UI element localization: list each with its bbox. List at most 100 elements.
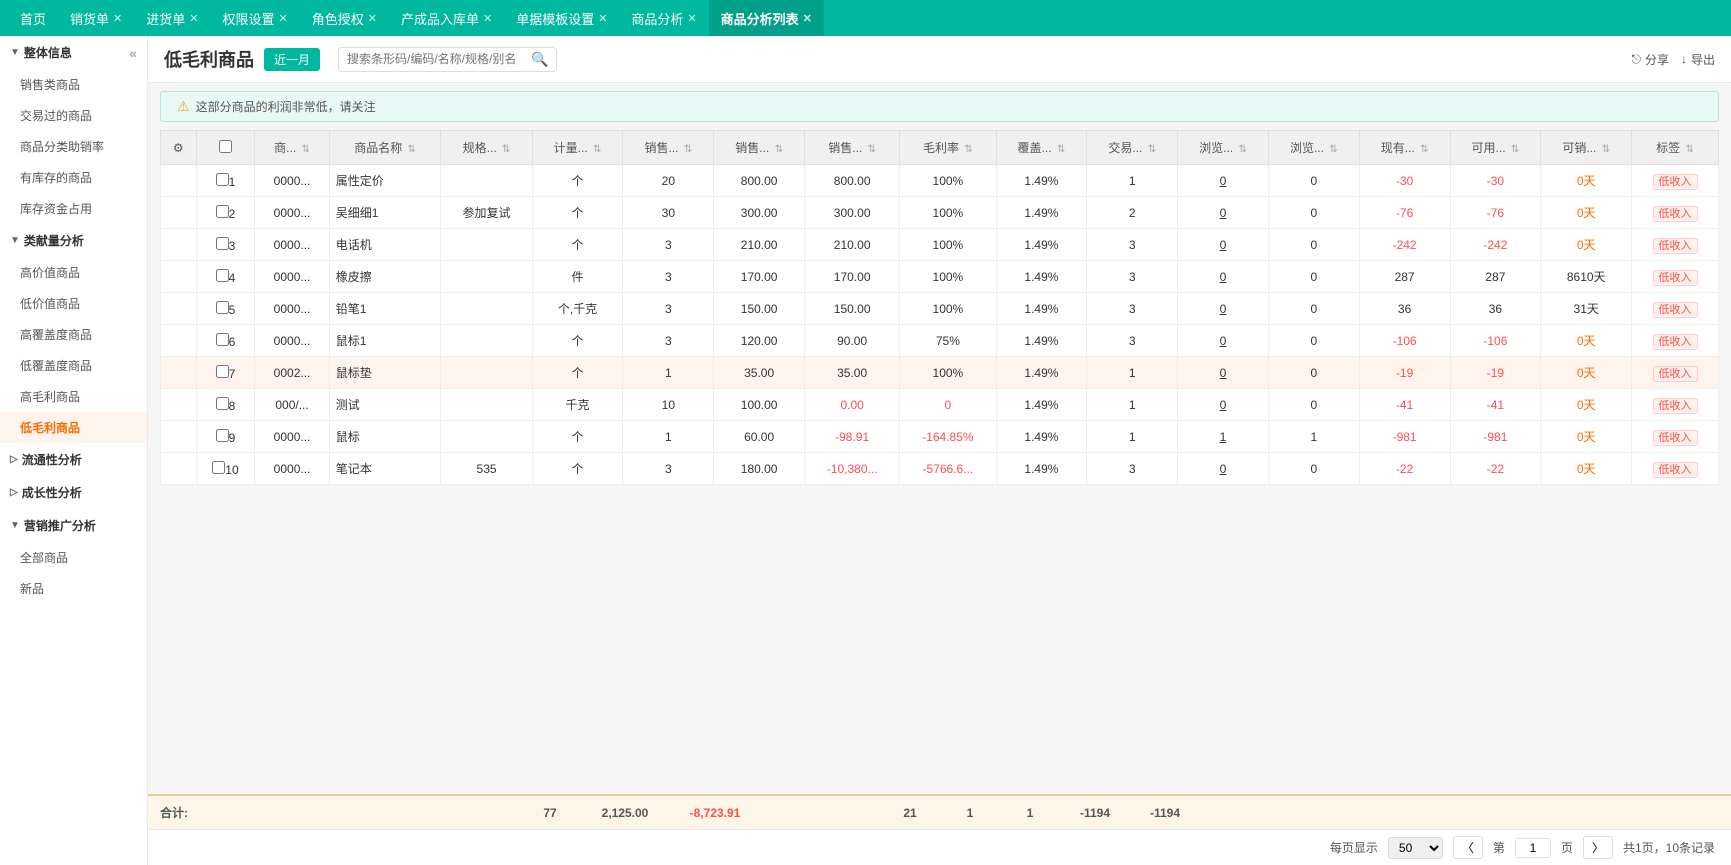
sidebar-item-inventory-capital[interactable]: 库存资金占用 xyxy=(0,193,147,224)
row-actions[interactable] xyxy=(161,229,197,261)
collapse-icon[interactable]: « xyxy=(129,45,137,61)
export-button[interactable]: ↓ 导出 xyxy=(1681,51,1715,68)
row-checkbox[interactable] xyxy=(216,301,229,314)
sidebar-item-high-margin[interactable]: 高毛利商品 xyxy=(0,381,147,412)
nav-product-entry[interactable]: 产成品入库单 ✕ xyxy=(389,0,504,36)
sidebar-item-low-margin[interactable]: 低毛利商品 xyxy=(0,412,147,443)
col-sales-profit[interactable]: 销售... ⇅ xyxy=(805,131,900,165)
row-browse1[interactable]: 0 xyxy=(1178,229,1269,261)
nav-close-role-auth[interactable]: ✕ xyxy=(368,12,377,25)
nav-sales-order[interactable]: 销货单 ✕ xyxy=(58,0,134,36)
row-actions[interactable] xyxy=(161,325,197,357)
col-unit[interactable]: 计量... ⇅ xyxy=(532,131,623,165)
col-available[interactable]: 可用... ⇅ xyxy=(1450,131,1541,165)
col-browse1[interactable]: 浏览... ⇅ xyxy=(1178,131,1269,165)
row-checkbox[interactable] xyxy=(216,333,229,346)
col-coverage[interactable]: 覆盖... ⇅ xyxy=(996,131,1087,165)
sidebar-group-value-analysis[interactable]: ▼ 类献量分析 xyxy=(0,224,147,257)
sidebar-item-sales-products[interactable]: 销售类商品 xyxy=(0,69,147,100)
share-button[interactable]: ⎋ 分享 xyxy=(1631,51,1669,68)
sidebar-item-all-products[interactable]: 全部商品 xyxy=(0,542,147,573)
row-checkbox[interactable] xyxy=(216,365,229,378)
row-trade: 3 xyxy=(1087,293,1178,325)
next-page-button[interactable]: 〉 xyxy=(1583,836,1613,859)
sidebar-group-circulation[interactable]: ▷ 流通性分析 xyxy=(0,443,147,476)
col-sales-price[interactable]: 销售... ⇅ xyxy=(714,131,805,165)
row-checkbox[interactable] xyxy=(216,173,229,186)
nav-home[interactable]: 首页 xyxy=(8,0,58,36)
nav-product-analysis[interactable]: 商品分析 ✕ xyxy=(619,0,708,36)
nav-close-product-analysis[interactable]: ✕ xyxy=(687,12,696,25)
row-browse1[interactable]: 0 xyxy=(1178,325,1269,357)
row-actions[interactable] xyxy=(161,197,197,229)
nav-product-analysis-list[interactable]: 商品分析列表 ✕ xyxy=(709,0,824,36)
col-browse2[interactable]: 浏览... ⇅ xyxy=(1268,131,1359,165)
col-gross-margin[interactable]: 毛利率 ⇅ xyxy=(900,131,996,165)
row-browse1[interactable]: 0 xyxy=(1178,357,1269,389)
row-browse2: 0 xyxy=(1268,261,1359,293)
row-actions[interactable] xyxy=(161,293,197,325)
row-actions[interactable] xyxy=(161,389,197,421)
footer-current-stock: -1194 xyxy=(1060,806,1130,820)
row-browse1[interactable]: 0 xyxy=(1178,165,1269,197)
sidebar-item-low-coverage[interactable]: 低覆盖度商品 xyxy=(0,350,147,381)
nav-purchase-order[interactable]: 进货单 ✕ xyxy=(134,0,210,36)
row-actions[interactable] xyxy=(161,261,197,293)
row-checkbox[interactable] xyxy=(216,397,229,410)
row-browse1[interactable]: 1 xyxy=(1178,421,1269,453)
nav-close-sales-order[interactable]: ✕ xyxy=(113,12,122,25)
nav-close-product-entry[interactable]: ✕ xyxy=(483,12,492,25)
nav-template-settings[interactable]: 单据模板设置 ✕ xyxy=(504,0,619,36)
select-all-checkbox[interactable] xyxy=(219,140,232,153)
row-no: 5 xyxy=(196,293,255,325)
sidebar-item-high-value[interactable]: 高价值商品 xyxy=(0,257,147,288)
page-size-select[interactable]: 50 100 xyxy=(1388,837,1443,859)
search-icon[interactable]: 🔍 xyxy=(531,51,548,68)
row-checkbox[interactable] xyxy=(216,429,229,442)
row-browse1[interactable]: 0 xyxy=(1178,293,1269,325)
row-browse1[interactable]: 0 xyxy=(1178,197,1269,229)
date-filter-button[interactable]: 近一月 xyxy=(264,48,320,71)
row-actions[interactable] xyxy=(161,357,197,389)
col-settings[interactable]: ⚙ xyxy=(161,131,197,165)
sidebar-group-overall-info[interactable]: ▼ 整体信息 « xyxy=(0,36,147,69)
row-browse1[interactable]: 0 xyxy=(1178,261,1269,293)
row-checkbox[interactable] xyxy=(216,237,229,250)
page-number-input[interactable] xyxy=(1515,838,1551,858)
col-name[interactable]: 商品名称 ⇅ xyxy=(329,131,441,165)
col-tag[interactable]: 标签 ⇅ xyxy=(1632,131,1719,165)
nav-role-auth[interactable]: 角色授权 ✕ xyxy=(300,0,389,36)
nav-close-product-analysis-list[interactable]: ✕ xyxy=(803,12,812,25)
sidebar-item-stocked-products[interactable]: 有库存的商品 xyxy=(0,162,147,193)
col-saleable[interactable]: 可销... ⇅ xyxy=(1541,131,1632,165)
row-actions[interactable] xyxy=(161,453,197,485)
sidebar-group-growth[interactable]: ▷ 成长性分析 xyxy=(0,476,147,509)
nav-permission-settings[interactable]: 权限设置 ✕ xyxy=(210,0,299,36)
sidebar-item-high-coverage[interactable]: 高覆盖度商品 xyxy=(0,319,147,350)
col-sales-qty[interactable]: 销售... ⇅ xyxy=(623,131,714,165)
col-code[interactable]: 商... ⇅ xyxy=(255,131,329,165)
col-current-stock[interactable]: 现有... ⇅ xyxy=(1359,131,1450,165)
col-checkbox[interactable] xyxy=(196,131,255,165)
sidebar-item-traded-products[interactable]: 交易过的商品 xyxy=(0,100,147,131)
sidebar-item-category-sales-rate[interactable]: 商品分类助销率 xyxy=(0,131,147,162)
row-unit: 个 xyxy=(532,453,623,485)
row-checkbox[interactable] xyxy=(216,269,229,282)
nav-close-purchase-order[interactable]: ✕ xyxy=(189,12,198,25)
row-actions[interactable] xyxy=(161,421,197,453)
row-checkbox[interactable] xyxy=(212,461,225,474)
sidebar: ▼ 整体信息 « 销售类商品 交易过的商品 商品分类助销率 有库存的商品 库存资… xyxy=(0,36,148,865)
row-browse1[interactable]: 0 xyxy=(1178,453,1269,485)
sidebar-item-low-value[interactable]: 低价值商品 xyxy=(0,288,147,319)
sidebar-group-marketing[interactable]: ▼ 营销推广分析 xyxy=(0,509,147,542)
row-actions[interactable] xyxy=(161,165,197,197)
nav-close-template[interactable]: ✕ xyxy=(598,12,607,25)
col-trade[interactable]: 交易... ⇅ xyxy=(1087,131,1178,165)
sidebar-item-new-products[interactable]: 新品 xyxy=(0,573,147,604)
prev-page-button[interactable]: 〈 xyxy=(1453,836,1483,859)
row-checkbox[interactable] xyxy=(216,205,229,218)
row-browse1[interactable]: 0 xyxy=(1178,389,1269,421)
col-spec[interactable]: 规格... ⇅ xyxy=(441,131,532,165)
nav-close-permission[interactable]: ✕ xyxy=(279,12,288,25)
search-input[interactable] xyxy=(347,52,527,66)
